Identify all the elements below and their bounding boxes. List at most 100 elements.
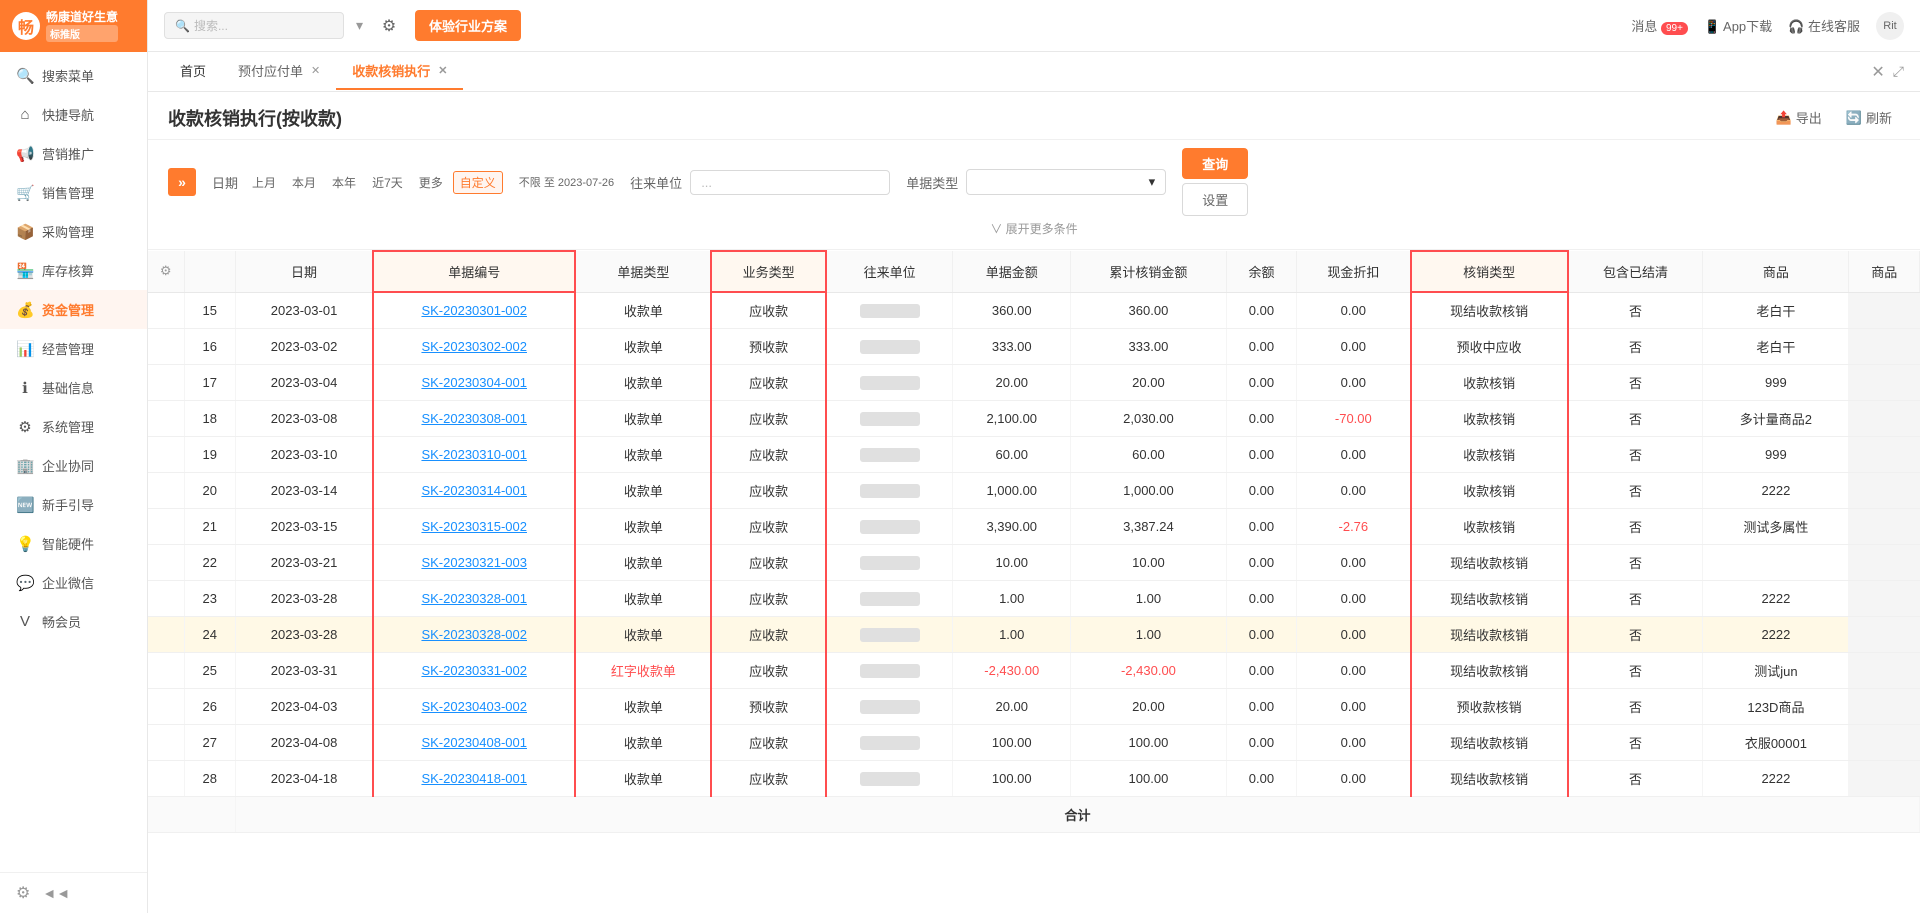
sidebar-item-label: 经营管理 — [42, 339, 94, 358]
doc-no-link[interactable]: SK-20230408-001 — [421, 735, 527, 750]
app-download-link[interactable]: 📱 App下载 — [1704, 16, 1772, 35]
td-biz-type: 预收款 — [711, 689, 826, 725]
td-doc-no: SK-20230301-002 — [373, 292, 575, 329]
doctype-select[interactable]: ▾ — [966, 169, 1166, 195]
sidebar-item-system[interactable]: ⚙ 系统管理 — [0, 407, 147, 446]
topbar-chevron-icon[interactable]: ▾ — [356, 17, 363, 34]
doc-no-link[interactable]: SK-20230331-002 — [421, 663, 527, 678]
tab-prepay[interactable]: 预付应付单 ✕ — [222, 53, 336, 90]
sidebar-item-search[interactable]: 🔍 搜索菜单 — [0, 56, 147, 95]
filter-actions: 查询 设置 — [1182, 148, 1248, 216]
filter-expand-button[interactable]: » — [168, 168, 196, 196]
sidebar-item-guide[interactable]: 🆕 新手引导 — [0, 485, 147, 524]
message-icon[interactable]: 消息 99+ — [1631, 16, 1688, 35]
td-date: 2023-03-04 — [236, 365, 374, 401]
td-product: 123D商品 — [1703, 689, 1849, 725]
footer-empty — [148, 797, 236, 833]
td-date: 2023-04-03 — [236, 689, 374, 725]
sidebar-collapse-icon[interactable]: ◄◄ — [42, 885, 70, 901]
td-biz-type: 应收款 — [711, 473, 826, 509]
sidebar-item-sales[interactable]: 🛒 销售管理 — [0, 173, 147, 212]
doc-no-link[interactable]: SK-20230418-001 — [421, 771, 527, 786]
td-amount: 100.00 — [953, 725, 1071, 761]
td-cancel-type: 现结收款核销 — [1411, 292, 1568, 329]
sidebar-item-enterprise[interactable]: 🏢 企业协同 — [0, 446, 147, 485]
filter-settings-button[interactable]: 设置 — [1182, 183, 1248, 216]
sidebar-settings-icon[interactable]: ⚙ — [16, 883, 30, 903]
doc-no-link[interactable]: SK-20230328-002 — [421, 627, 527, 642]
export-button[interactable]: 📤 导出 — [1768, 104, 1830, 131]
date-last-7[interactable]: 近7天 — [366, 172, 409, 193]
doc-no-link[interactable]: SK-20230302-002 — [421, 339, 527, 354]
query-button[interactable]: 查询 — [1182, 148, 1248, 179]
refresh-button[interactable]: 🔄 刷新 — [1838, 104, 1900, 131]
td-product2 — [1849, 473, 1920, 509]
td-settings — [148, 329, 184, 365]
sidebar-item-inventory[interactable]: 🏪 库存核算 — [0, 251, 147, 290]
td-seq: 21 — [184, 509, 236, 545]
filter-dates: 上月 本月 本年 近7天 更多 自定义 — [246, 171, 503, 194]
doc-no-link[interactable]: SK-20230308-001 — [421, 411, 527, 426]
tab-collection[interactable]: 收款核销执行 ✕ — [336, 53, 463, 90]
sidebar-item-operation[interactable]: 📊 经营管理 — [0, 329, 147, 368]
operation-icon: 📊 — [16, 340, 34, 358]
expand-more-button[interactable]: ∨ 展开更多条件 — [990, 220, 1077, 237]
td-cancel-type: 预收款核销 — [1411, 689, 1568, 725]
sidebar-item-hardware[interactable]: 💡 智能硬件 — [0, 524, 147, 563]
td-balance: 0.00 — [1226, 292, 1296, 329]
solution-button[interactable]: 体验行业方案 — [415, 10, 521, 41]
maximize-icon[interactable]: ⤢ — [1893, 63, 1904, 80]
marketing-icon: 📢 — [16, 145, 34, 163]
tab-close-active-icon[interactable]: ✕ — [438, 64, 447, 77]
doc-no-link[interactable]: SK-20230403-002 — [421, 699, 527, 714]
date-custom[interactable]: 自定义 — [453, 171, 503, 194]
date-last-month[interactable]: 上月 — [246, 172, 282, 193]
date-this-year[interactable]: 本年 — [326, 172, 362, 193]
td-cancel-type: 现结收款核销 — [1411, 545, 1568, 581]
user-avatar[interactable]: Rit — [1876, 12, 1904, 40]
close-window-icon[interactable]: ✕ — [1871, 62, 1884, 82]
col-settings[interactable]: ⚙ — [148, 251, 184, 292]
sidebar-item-basic[interactable]: ℹ 基础信息 — [0, 368, 147, 407]
td-seq: 19 — [184, 437, 236, 473]
table-row: 25 2023-03-31 SK-20230331-002 红字收款单 应收款 … — [148, 653, 1920, 689]
date-this-month[interactable]: 本月 — [286, 172, 322, 193]
sidebar-item-label: 企业微信 — [42, 573, 94, 592]
table-row: 26 2023-04-03 SK-20230403-002 收款单 预收款 20… — [148, 689, 1920, 725]
td-doc-no: SK-20230302-002 — [373, 329, 575, 365]
sidebar-item-label: 新手引导 — [42, 495, 94, 514]
sidebar-item-quick[interactable]: ⌂ 快捷导航 — [0, 95, 147, 134]
doc-no-link[interactable]: SK-20230304-001 — [421, 375, 527, 390]
sidebar-item-purchase[interactable]: 📦 采购管理 — [0, 212, 147, 251]
service-link[interactable]: 🎧 在线客服 — [1788, 16, 1860, 35]
td-include-settled: 否 — [1568, 437, 1703, 473]
sidebar-item-marketing[interactable]: 📢 营销推广 — [0, 134, 147, 173]
partner-input[interactable]: ... — [690, 170, 890, 195]
table-row: 18 2023-03-08 SK-20230308-001 收款单 应收款 2,… — [148, 401, 1920, 437]
tab-close-icon[interactable]: ✕ — [311, 64, 320, 77]
tab-home[interactable]: 首页 — [164, 53, 222, 90]
doc-no-link[interactable]: SK-20230328-001 — [421, 591, 527, 606]
col-cancel-type: 核销类型 — [1411, 251, 1568, 292]
sidebar-item-member[interactable]: V 畅会员 — [0, 602, 147, 641]
sidebar-item-finance[interactable]: 💰 资金管理 — [0, 290, 147, 329]
td-amount: 1.00 — [953, 581, 1071, 617]
col-partner: 往来单位 — [826, 251, 953, 292]
td-cumulative: 3,387.24 — [1071, 509, 1227, 545]
topbar: 🔍 搜索... ▾ ⚙ 体验行业方案 消息 99+ 📱 App下载 🎧 在线客服… — [148, 0, 1920, 52]
doc-no-link[interactable]: SK-20230310-001 — [421, 447, 527, 462]
topbar-search-box[interactable]: 🔍 搜索... — [164, 12, 344, 39]
filter-bar: » 日期 上月 本月 本年 近7天 更多 自定义 不限 至 2023-07-26 — [148, 140, 1920, 250]
doc-no-link[interactable]: SK-20230315-002 — [421, 519, 527, 534]
col-settings-icon[interactable]: ⚙ — [160, 263, 172, 278]
col-doc-type: 单据类型 — [575, 251, 711, 292]
sidebar-item-wechat[interactable]: 💬 企业微信 — [0, 563, 147, 602]
doc-no-link[interactable]: SK-20230321-003 — [421, 555, 527, 570]
td-doc-type: 收款单 — [575, 545, 711, 581]
date-more[interactable]: 更多 — [413, 172, 449, 193]
topbar-gear-icon[interactable]: ⚙ — [375, 12, 403, 40]
footer-total-label: 合计 — [236, 797, 1920, 833]
doc-no-link[interactable]: SK-20230314-001 — [421, 483, 527, 498]
td-product: 2222 — [1703, 473, 1849, 509]
doc-no-link[interactable]: SK-20230301-002 — [421, 303, 527, 318]
